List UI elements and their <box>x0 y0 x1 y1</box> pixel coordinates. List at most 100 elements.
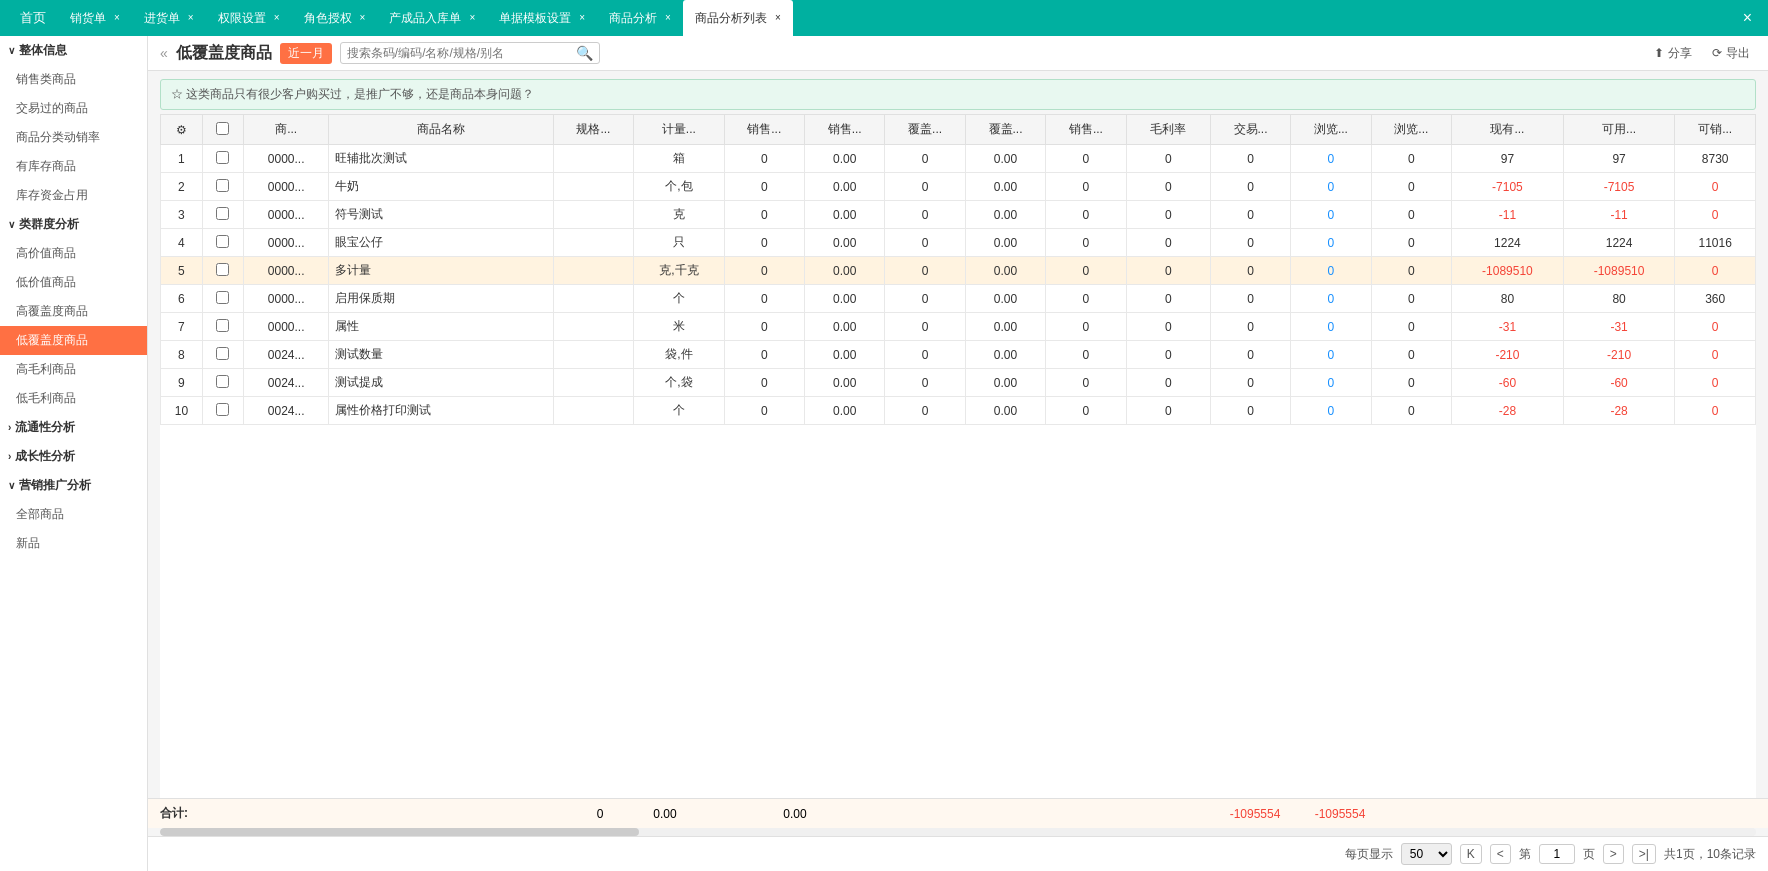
select-all-checkbox[interactable] <box>216 122 229 135</box>
available-column-header[interactable]: 可用... <box>1563 115 1675 145</box>
sales1-column-header[interactable]: 销售... <box>724 115 804 145</box>
row-browse1[interactable]: 0 <box>1291 341 1371 369</box>
row-checkbox[interactable] <box>216 151 229 164</box>
sidebar-section-circulation[interactable]: › 流通性分析 <box>0 413 147 442</box>
browse1-link[interactable]: 0 <box>1328 292 1335 306</box>
row-checkbox-cell[interactable] <box>202 257 243 285</box>
sidebar-section-cluster[interactable]: ∨ 类群度分析 <box>0 210 147 239</box>
last-page-button[interactable]: >| <box>1632 844 1656 864</box>
search-input[interactable] <box>347 46 576 60</box>
sales2-column-header[interactable]: 销售... <box>804 115 884 145</box>
row-browse1[interactable]: 0 <box>1291 145 1371 173</box>
nav-item-production[interactable]: 产成品入库单 × <box>377 0 487 36</box>
sidebar-item-sales-goods[interactable]: 销售类商品 <box>0 65 147 94</box>
code-column-header[interactable]: 商... <box>243 115 328 145</box>
browse1-link[interactable]: 0 <box>1328 152 1335 166</box>
nav-item-roles[interactable]: 角色授权 × <box>292 0 378 36</box>
browse1-link[interactable]: 0 <box>1328 348 1335 362</box>
close-icon[interactable]: × <box>360 0 366 36</box>
export-button[interactable]: ⟳ 导出 <box>1706 43 1756 64</box>
nav-item-analysis-list[interactable]: 商品分析列表 × <box>683 0 793 36</box>
browse1-link[interactable]: 0 <box>1328 264 1335 278</box>
sidebar-item-high-margin[interactable]: 高毛利商品 <box>0 355 147 384</box>
sidebar-item-stock-goods[interactable]: 有库存商品 <box>0 152 147 181</box>
table-wrapper[interactable]: ⚙ 商... 商品名称 规格... 计量... 销售... 销售... 覆盖..… <box>160 114 1756 798</box>
spec-column-header[interactable]: 规格... <box>553 115 633 145</box>
row-checkbox-cell[interactable] <box>202 201 243 229</box>
close-icon[interactable]: × <box>665 0 671 36</box>
sidebar-item-category-turnover[interactable]: 商品分类动销率 <box>0 123 147 152</box>
sidebar-collapse-button[interactable]: « <box>160 45 168 61</box>
nav-item-templates[interactable]: 单据模板设置 × <box>487 0 597 36</box>
checkbox-column-header[interactable] <box>202 115 243 145</box>
prev-page-button[interactable]: < <box>1490 844 1511 864</box>
gross-margin-column-header[interactable]: 毛利率 <box>1126 115 1210 145</box>
close-icon[interactable]: × <box>469 0 475 36</box>
time-filter-button[interactable]: 近一月 <box>280 43 332 64</box>
transaction-column-header[interactable]: 交易... <box>1210 115 1290 145</box>
page-number-input[interactable] <box>1539 844 1575 864</box>
nav-item-analysis[interactable]: 商品分析 × <box>597 0 683 36</box>
name-column-header[interactable]: 商品名称 <box>329 115 553 145</box>
row-browse1[interactable]: 0 <box>1291 285 1371 313</box>
row-checkbox-cell[interactable] <box>202 285 243 313</box>
row-checkbox-cell[interactable] <box>202 369 243 397</box>
browse1-link[interactable]: 0 <box>1328 404 1335 418</box>
row-checkbox-cell[interactable] <box>202 173 243 201</box>
sidebar-item-high-coverage[interactable]: 高覆盖度商品 <box>0 297 147 326</box>
close-icon[interactable]: × <box>579 0 585 36</box>
nav-item-purchase[interactable]: 进货单 × <box>132 0 206 36</box>
row-browse1[interactable]: 0 <box>1291 257 1371 285</box>
sidebar-item-low-value[interactable]: 低价值商品 <box>0 268 147 297</box>
row-browse1[interactable]: 0 <box>1291 201 1371 229</box>
sales3-column-header[interactable]: 销售... <box>1046 115 1126 145</box>
row-checkbox[interactable] <box>216 263 229 276</box>
browse1-link[interactable]: 0 <box>1328 376 1335 390</box>
close-icon[interactable]: × <box>274 0 280 36</box>
close-icon[interactable]: × <box>114 0 120 36</box>
row-checkbox[interactable] <box>216 403 229 416</box>
coverage2-column-header[interactable]: 覆盖... <box>965 115 1045 145</box>
browse1-link[interactable]: 0 <box>1328 320 1335 334</box>
row-checkbox[interactable] <box>216 235 229 248</box>
nav-item-sales[interactable]: 销货单 × <box>58 0 132 36</box>
row-checkbox[interactable] <box>216 347 229 360</box>
row-browse1[interactable]: 0 <box>1291 229 1371 257</box>
nav-item-permissions[interactable]: 权限设置 × <box>206 0 292 36</box>
sidebar-section-overall[interactable]: ∨ 整体信息 <box>0 36 147 65</box>
row-checkbox[interactable] <box>216 319 229 332</box>
sidebar-item-low-margin[interactable]: 低毛利商品 <box>0 384 147 413</box>
sidebar-section-marketing[interactable]: ∨ 营销推广分析 <box>0 471 147 500</box>
row-browse1[interactable]: 0 <box>1291 397 1371 425</box>
row-browse1[interactable]: 0 <box>1291 369 1371 397</box>
next-page-button[interactable]: > <box>1603 844 1624 864</box>
sidebar-section-growth[interactable]: › 成长性分析 <box>0 442 147 471</box>
sidebar-item-stock-capital[interactable]: 库存资金占用 <box>0 181 147 210</box>
row-checkbox[interactable] <box>216 179 229 192</box>
row-browse1[interactable]: 0 <box>1291 173 1371 201</box>
close-icon[interactable]: × <box>188 0 194 36</box>
coverage1-column-header[interactable]: 覆盖... <box>885 115 965 145</box>
browse1-link[interactable]: 0 <box>1328 180 1335 194</box>
first-page-button[interactable]: K <box>1460 844 1482 864</box>
sidebar-item-all-goods[interactable]: 全部商品 <box>0 500 147 529</box>
row-checkbox-cell[interactable] <box>202 341 243 369</box>
share-button[interactable]: ⬆ 分享 <box>1648 43 1698 64</box>
row-checkbox-cell[interactable] <box>202 145 243 173</box>
unit-column-header[interactable]: 计量... <box>634 115 724 145</box>
sidebar-item-low-coverage[interactable]: 低覆盖度商品 <box>0 326 147 355</box>
row-checkbox[interactable] <box>216 207 229 220</box>
browse2-column-header[interactable]: 浏览... <box>1371 115 1451 145</box>
row-checkbox-cell[interactable] <box>202 397 243 425</box>
per-page-select[interactable]: 50 20 100 <box>1401 843 1452 865</box>
nav-item-home[interactable]: 首页 <box>8 0 58 36</box>
row-browse1[interactable]: 0 <box>1291 313 1371 341</box>
browse1-link[interactable]: 0 <box>1328 236 1335 250</box>
current-column-header[interactable]: 现有... <box>1452 115 1564 145</box>
search-icon[interactable]: 🔍 <box>576 45 593 61</box>
row-checkbox-cell[interactable] <box>202 229 243 257</box>
row-checkbox[interactable] <box>216 291 229 304</box>
row-checkbox[interactable] <box>216 375 229 388</box>
close-icon[interactable]: × <box>775 0 781 36</box>
row-checkbox-cell[interactable] <box>202 313 243 341</box>
